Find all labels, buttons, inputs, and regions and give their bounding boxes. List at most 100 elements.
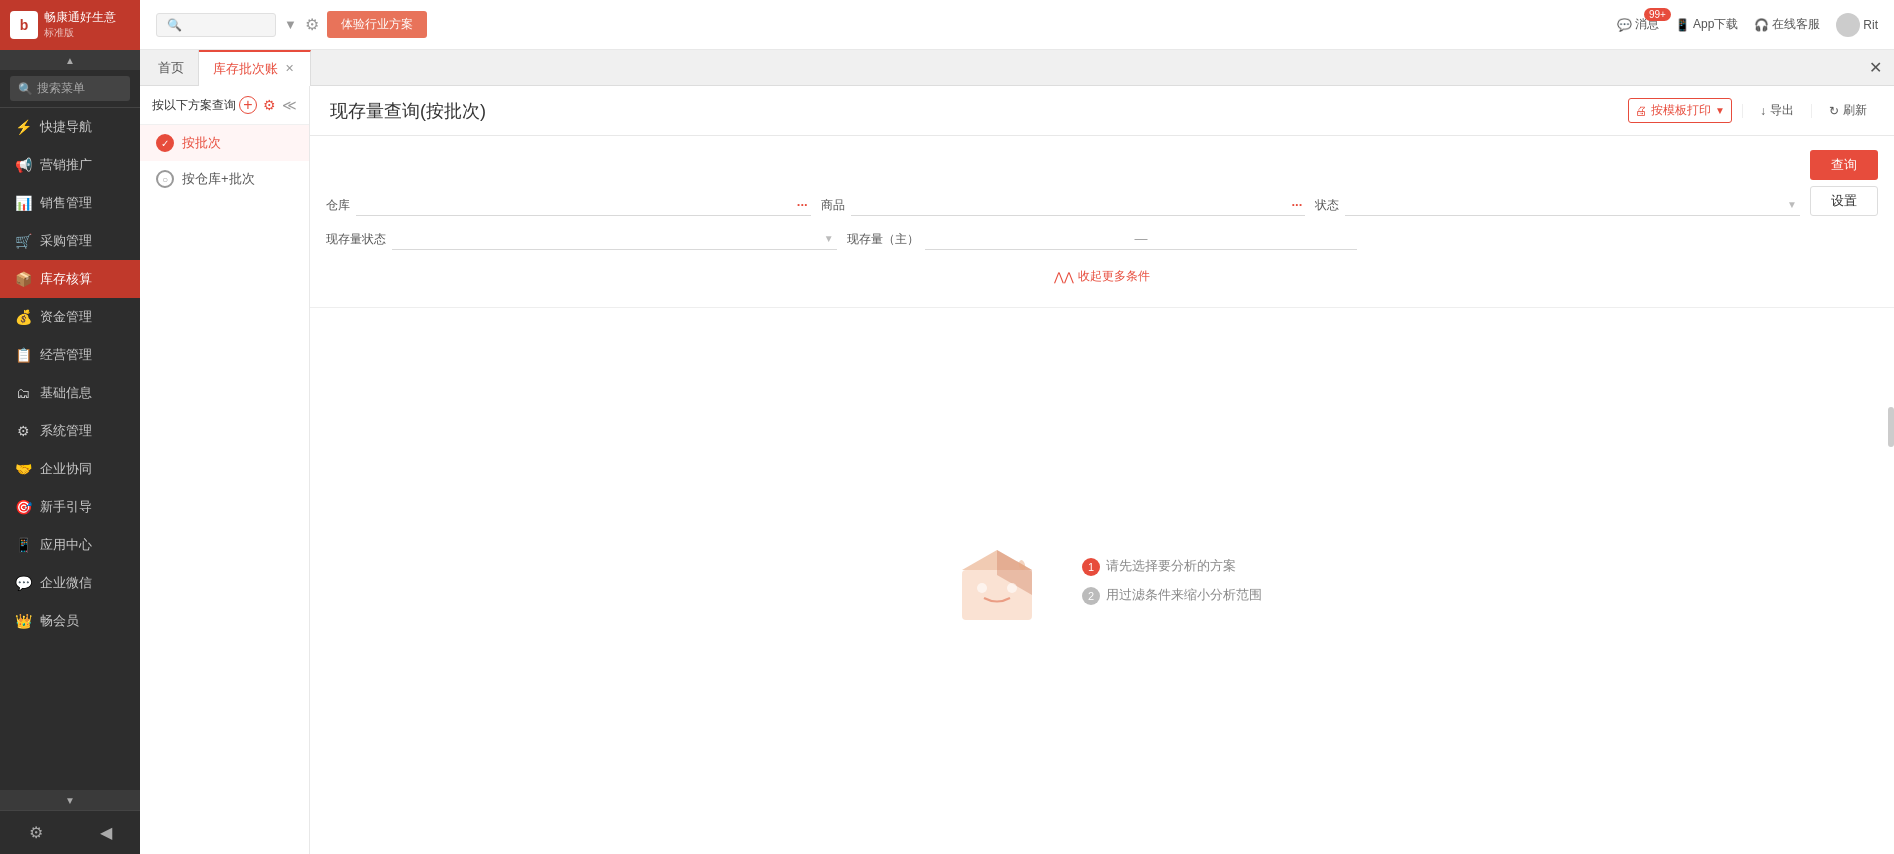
sidebar-item-system[interactable]: ⚙ 系统管理 xyxy=(0,412,140,450)
hint2-num: 2 xyxy=(1082,587,1100,605)
panel-collapse-icon[interactable]: ≪ xyxy=(282,97,297,113)
sidebar-item-quicknav[interactable]: ⚡ 快捷导航 xyxy=(0,108,140,146)
settings-button[interactable]: 设置 xyxy=(1810,186,1878,216)
search-menu-item[interactable]: 🔍 搜索菜单 xyxy=(10,76,130,101)
stock-status-dropdown-icon[interactable]: ▼ xyxy=(821,233,837,244)
tabbar-close-all-btn[interactable]: ✕ xyxy=(1857,58,1894,77)
warehouse-input-group: ··· xyxy=(356,194,811,216)
newbie-label: 新手引导 xyxy=(40,498,92,516)
industry-solution-btn[interactable]: 体验行业方案 xyxy=(327,11,427,38)
status-input[interactable] xyxy=(1345,194,1784,215)
sidebar-search-area[interactable]: 🔍 搜索菜单 xyxy=(0,70,140,108)
dropdown-arrow-icon[interactable]: ▼ xyxy=(284,17,297,32)
status-label: 状态 xyxy=(1315,197,1339,214)
sidebar-item-finance[interactable]: 💰 资金管理 xyxy=(0,298,140,336)
app-download-label: App下载 xyxy=(1693,16,1738,33)
sidebar-item-inventory[interactable]: 📦 库存核算 xyxy=(0,260,140,298)
sidebar-item-sales[interactable]: 📊 销售管理 xyxy=(0,184,140,222)
svg-point-4 xyxy=(1007,583,1017,593)
goods-more-icon[interactable]: ··· xyxy=(1289,197,1306,212)
operations-label: 经营管理 xyxy=(40,346,92,364)
purchase-icon: 🛒 xyxy=(14,232,32,250)
sidebar-item-operations[interactable]: 📋 经营管理 xyxy=(0,336,140,374)
finance-label: 资金管理 xyxy=(40,308,92,326)
tab-batch[interactable]: 库存批次账 ✕ xyxy=(199,50,311,86)
inventory-icon: 📦 xyxy=(14,270,32,288)
stock-qty-to-input[interactable] xyxy=(1152,228,1358,249)
marketing-icon: 📢 xyxy=(14,156,32,174)
member-icon: 👑 xyxy=(14,612,32,630)
sales-label: 销售管理 xyxy=(40,194,92,212)
sidebar-scroll-down[interactable]: ▼ xyxy=(0,790,140,810)
search-icon: 🔍 xyxy=(18,82,33,96)
plan-item-by-warehouse-batch[interactable]: ○ 按仓库+批次 xyxy=(140,161,309,197)
sidebar-header: b 畅康通好生意 标准版 xyxy=(0,0,140,50)
warehouse-more-icon[interactable]: ··· xyxy=(794,197,811,212)
stock-status-input[interactable] xyxy=(392,228,821,249)
system-icon: ⚙ xyxy=(14,422,32,440)
tab-home[interactable]: 首页 xyxy=(144,50,199,86)
empty-hint-2: 2 用过滤条件来缩小分析范围 xyxy=(1082,586,1262,605)
topbar-search-box[interactable]: 🔍 xyxy=(156,13,276,37)
tab-batch-close[interactable]: ✕ xyxy=(283,61,296,76)
online-service-btn[interactable]: 🎧 在线客服 xyxy=(1754,16,1820,33)
export-label: 导出 xyxy=(1770,102,1794,119)
search-menu-label: 搜索菜单 xyxy=(37,80,85,97)
left-panel: 按以下方案查询 + ⚙ ≪ ✓ 按批次 ○ 按仓库+批次 xyxy=(140,86,310,854)
print-btn[interactable]: 🖨 按模板打印 ▼ xyxy=(1628,98,1732,123)
quicknav-label: 快捷导航 xyxy=(40,118,92,136)
query-button[interactable]: 查询 xyxy=(1810,150,1878,180)
basics-label: 基础信息 xyxy=(40,384,92,402)
page-title-actions: 🖨 按模板打印 ▼ ↓ 导出 ↻ 刷新 xyxy=(1628,98,1874,123)
finance-icon: 💰 xyxy=(14,308,32,326)
topbar-right: 💬 消息 99+ 📱 App下载 🎧 在线客服 Rit xyxy=(1617,13,1878,37)
tab-home-label: 首页 xyxy=(158,59,184,77)
warehouse-input[interactable] xyxy=(356,194,794,215)
sidebar-item-newbie[interactable]: 🎯 新手引导 xyxy=(0,488,140,526)
scrollbar[interactable] xyxy=(1888,407,1894,447)
content-area: 按以下方案查询 + ⚙ ≪ ✓ 按批次 ○ 按仓库+批次 现存量查询(按批次) xyxy=(140,86,1894,854)
stock-qty-field: 现存量（主） — xyxy=(847,228,1358,250)
settings-footer-btn[interactable]: ⚙ xyxy=(21,819,51,846)
hint1-num: 1 xyxy=(1082,558,1100,576)
settings-topbar-icon[interactable]: ⚙ xyxy=(305,15,319,34)
sidebar-scroll-up[interactable]: ▲ xyxy=(0,50,140,70)
collapse-sidebar-btn[interactable]: ◀ xyxy=(92,819,120,846)
tab-batch-label: 库存批次账 xyxy=(213,60,278,78)
goods-input[interactable] xyxy=(851,194,1289,215)
user-avatar-btn[interactable]: Rit xyxy=(1836,13,1878,37)
plan-settings-icon[interactable]: ⚙ xyxy=(263,97,276,113)
sidebar-item-member[interactable]: 👑 畅会员 xyxy=(0,602,140,640)
edition-label: 标准版 xyxy=(44,26,116,40)
collapse-label: 收起更多条件 xyxy=(1078,268,1150,285)
phone-icon: 📱 xyxy=(1675,18,1690,32)
system-label: 系统管理 xyxy=(40,422,92,440)
plan-item-by-batch[interactable]: ✓ 按批次 xyxy=(140,125,309,161)
basics-icon: 🗂 xyxy=(14,384,32,402)
hint1-text: 请先选择要分析的方案 xyxy=(1106,557,1236,575)
sidebar-item-basics[interactable]: 🗂 基础信息 xyxy=(0,374,140,412)
collapse-btn[interactable]: ⋀⋀ 收起更多条件 xyxy=(326,260,1878,293)
purchase-label: 采购管理 xyxy=(40,232,92,250)
status-dropdown-icon[interactable]: ▼ xyxy=(1784,199,1800,210)
sidebar-item-appcenter[interactable]: 📱 应用中心 xyxy=(0,526,140,564)
sidebar-item-purchase[interactable]: 🛒 采购管理 xyxy=(0,222,140,260)
sidebar-item-wechat[interactable]: 💬 企业微信 xyxy=(0,564,140,602)
export-btn[interactable]: ↓ 导出 xyxy=(1753,98,1801,123)
filter-area: 仓库 ··· 商品 ··· 状态 xyxy=(310,136,1894,308)
sidebar-item-marketing[interactable]: 📢 营销推广 xyxy=(0,146,140,184)
app-download-btn[interactable]: 📱 App下载 xyxy=(1675,16,1738,33)
stock-qty-from-input[interactable] xyxy=(925,228,1131,249)
sidebar-item-enterprise[interactable]: 🤝 企业协同 xyxy=(0,450,140,488)
stock-qty-dash: — xyxy=(1135,231,1148,246)
warehouse-field: 仓库 ··· xyxy=(326,194,811,216)
plan-warehouse-icon: ○ xyxy=(156,170,174,188)
messages-btn[interactable]: 💬 消息 99+ xyxy=(1617,16,1659,33)
print-dropdown-icon[interactable]: ▼ xyxy=(1715,105,1725,116)
goods-label: 商品 xyxy=(821,197,845,214)
inventory-label: 库存核算 xyxy=(40,270,92,288)
add-plan-btn[interactable]: + xyxy=(239,96,257,114)
title-sep2 xyxy=(1811,104,1812,118)
refresh-btn[interactable]: ↻ 刷新 xyxy=(1822,98,1874,123)
newbie-icon: 🎯 xyxy=(14,498,32,516)
